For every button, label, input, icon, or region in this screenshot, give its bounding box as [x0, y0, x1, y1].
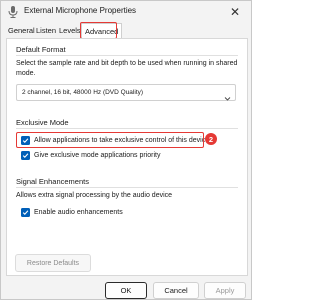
exclusive-mode-title: Exclusive Mode [16, 118, 69, 127]
window-title: External Microphone Properties [24, 6, 137, 15]
step-badge-2: 2 [205, 133, 217, 145]
tab-general[interactable]: General [6, 25, 37, 37]
divider [16, 55, 238, 56]
divider [16, 128, 238, 129]
advanced-tab-highlight [80, 22, 117, 39]
apply-button[interactable]: Apply [204, 282, 246, 299]
ok-button[interactable]: OK [105, 282, 147, 299]
sample-rate-value: 2 channel, 16 bit, 48000 Hz (DVD Quality… [22, 89, 144, 96]
enable-enhancements-checkbox-row[interactable]: Enable audio enhancements [21, 207, 123, 218]
exclusive-priority-checkbox-row[interactable]: Give exclusive mode applications priorit… [21, 150, 160, 161]
microphone-icon [6, 5, 20, 19]
exclusive-priority-checkbox[interactable] [21, 151, 30, 160]
properties-window: External Microphone Properties ✕ General… [0, 0, 252, 300]
enable-enhancements-label: Enable audio enhancements [34, 209, 123, 216]
default-format-title: Default Format [16, 45, 66, 54]
default-format-description: Select the sample rate and bit depth to … [16, 60, 238, 77]
tab-levels[interactable]: Levels [57, 25, 83, 37]
close-icon: ✕ [229, 5, 241, 19]
signal-enhancements-description: Allows extra signal processing by the au… [16, 192, 173, 199]
exclusive-control-highlight [16, 132, 204, 148]
title-bar: External Microphone Properties ✕ [1, 1, 251, 23]
exclusive-priority-label: Give exclusive mode applications priorit… [34, 152, 161, 159]
enable-enhancements-checkbox[interactable] [21, 208, 30, 217]
sample-rate-dropdown[interactable]: 2 channel, 16 bit, 48000 Hz (DVD Quality… [16, 84, 236, 101]
advanced-panel: Default Format Select the sample rate an… [6, 38, 248, 276]
close-button[interactable]: ✕ [221, 2, 249, 22]
tab-listen[interactable]: Listen [34, 25, 58, 37]
divider [16, 187, 238, 188]
restore-defaults-button[interactable]: Restore Defaults [15, 254, 91, 272]
chevron-down-icon [224, 89, 231, 101]
signal-enhancements-title: Signal Enhancements [16, 177, 89, 186]
cancel-button[interactable]: Cancel [153, 282, 199, 299]
